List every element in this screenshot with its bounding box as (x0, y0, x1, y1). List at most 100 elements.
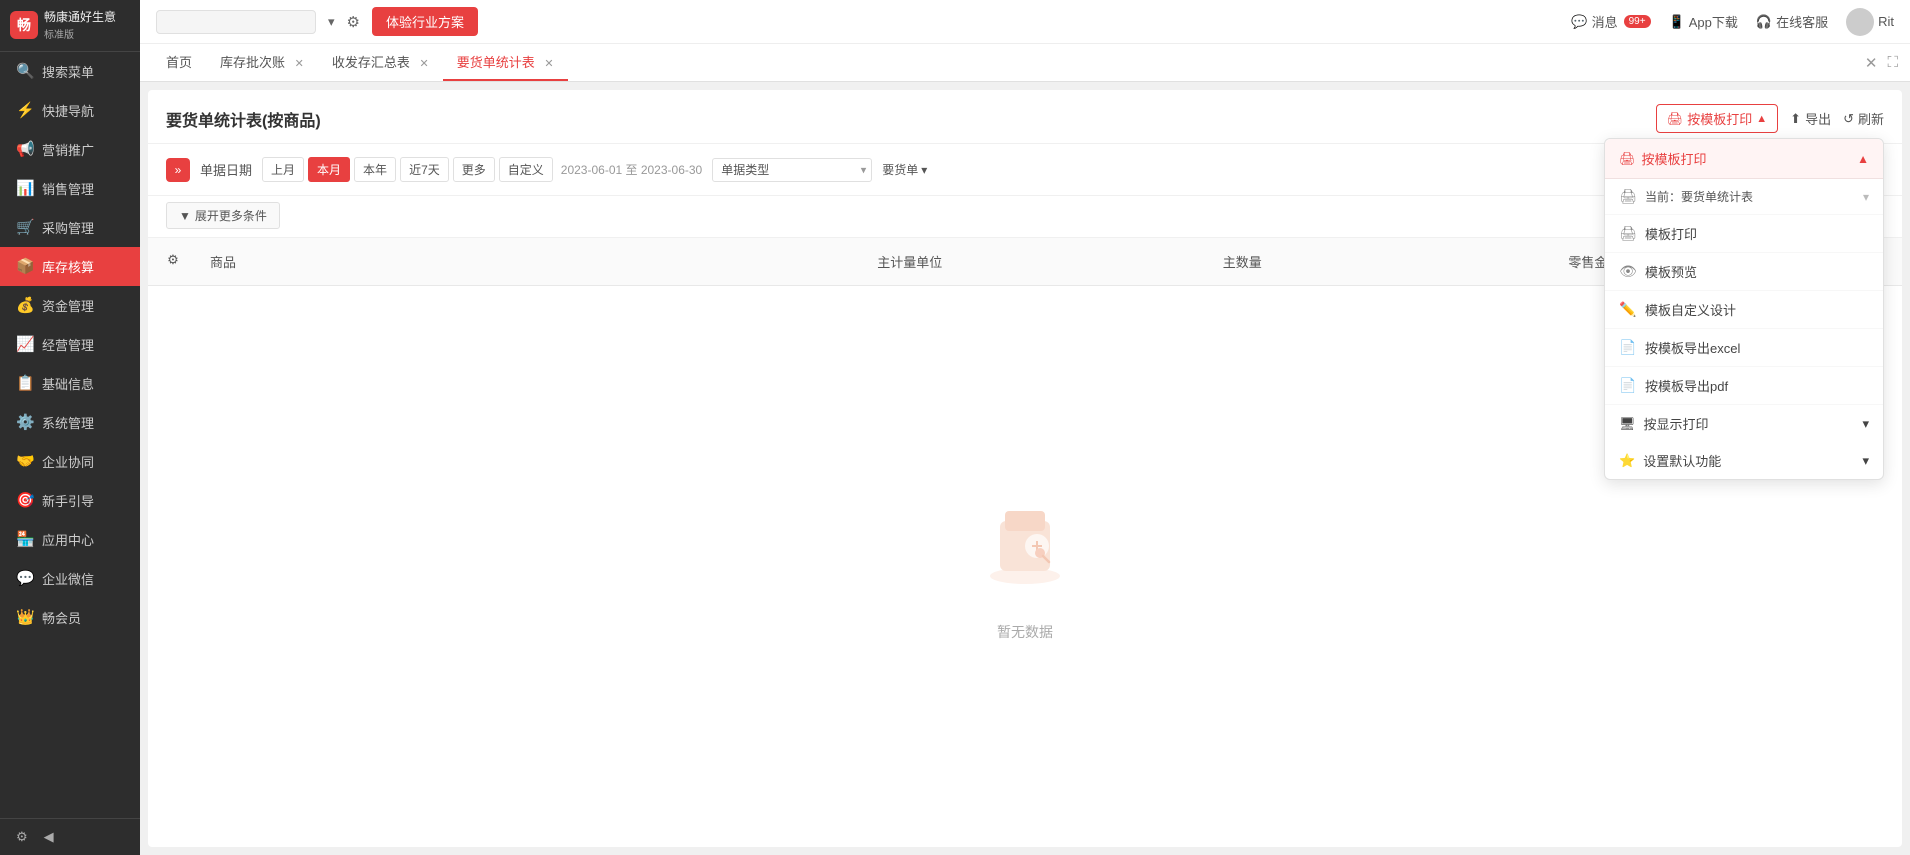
operation-icon: 📈 (16, 335, 34, 353)
dropdown-title: 按模板打印 (1642, 149, 1707, 168)
more-filter-icon: ▾ (921, 163, 927, 177)
expand-conditions-button[interactable]: ▼ 展开更多条件 (166, 202, 280, 229)
more-filter-btn[interactable]: 要货单 ▾ (882, 161, 927, 178)
dropdown-set-default[interactable]: ⭐ 设置默认功能 ▾ (1605, 442, 1883, 479)
type-filter-select[interactable]: 单据类型 (712, 158, 872, 182)
collab-icon: 🤝 (16, 452, 34, 470)
sidebar-item-member[interactable]: 👑 畅会员 (0, 598, 140, 637)
sidebar-item-quick-nav[interactable]: ⚡ 快捷导航 (0, 91, 140, 130)
sidebar-item-operation[interactable]: 📈 经营管理 (0, 325, 140, 364)
template-design-icon: ✏️ (1619, 301, 1637, 318)
date-filter-label: 单据日期 (200, 160, 252, 179)
sidebar-item-marketing[interactable]: 📢 营销推广 (0, 130, 140, 169)
topbar-message[interactable]: 💬 消息 99+ (1571, 12, 1650, 31)
dropdown-title-area: 🖨 按模板打印 (1619, 149, 1707, 168)
export-button[interactable]: ⬆ 导出 (1790, 109, 1831, 128)
tab-order-stats[interactable]: 要货单统计表 ✕ (443, 44, 568, 81)
system-icon: ⚙️ (16, 413, 34, 431)
sidebar-item-label: 库存核算 (42, 257, 94, 276)
sidebar-item-system[interactable]: ⚙️ 系统管理 (0, 403, 140, 442)
sidebar-item-basic[interactable]: 📋 基础信息 (0, 364, 140, 403)
date-btn-last-month[interactable]: 上月 (262, 157, 304, 182)
tab-close-receipt-summary[interactable]: ✕ (420, 58, 429, 70)
main-area: ▾ ⚙ 体验行业方案 💬 消息 99+ 📱 App下载 🎧 在线客服 Rit (140, 0, 1910, 855)
tab-close-inventory-batch[interactable]: ✕ (295, 58, 304, 70)
current-icon: 🖨 (1619, 188, 1637, 205)
filter-expand-icon[interactable]: » (166, 158, 190, 182)
dropdown-item-label: 按模板导出excel (1645, 338, 1869, 357)
template-print-button[interactable]: 🖨 按模板打印 ▲ (1656, 104, 1778, 133)
sidebar-nav: 🔍 搜索菜单 ⚡ 快捷导航 📢 营销推广 📊 销售管理 🛒 采购管理 📦 库存核… (0, 52, 140, 818)
sidebar-item-inventory[interactable]: 📦 库存核算 (0, 247, 140, 286)
template-print-dropdown: 🖨 按模板打印 ▲ 🖨 当前：要货单统计表 ▾ 🖨 模板打印 👁 模板预览 (1604, 138, 1884, 480)
more-filter-label: 要货单 (882, 161, 918, 178)
date-btn-this-year[interactable]: 本年 (354, 157, 396, 182)
trial-button[interactable]: 体验行业方案 (372, 7, 478, 36)
sidebar-item-search[interactable]: 🔍 搜索菜单 (0, 52, 140, 91)
avatar (1846, 8, 1874, 36)
sidebar-bottom: ⚙ ◀ (0, 818, 140, 855)
sidebar-item-label: 系统管理 (42, 413, 94, 432)
guide-icon: 🎯 (16, 491, 34, 509)
app-badge: 标准版 (44, 26, 116, 41)
topbar-app-download[interactable]: 📱 App下载 (1669, 12, 1738, 31)
date-btn-this-month[interactable]: 本月 (308, 157, 350, 182)
dropdown-item-template-design[interactable]: ✏️ 模板自定义设计 (1605, 291, 1883, 329)
dropdown-item-export-pdf[interactable]: 📄 按模板导出pdf (1605, 367, 1883, 405)
dropdown-item-template-preview[interactable]: 👁 模板预览 (1605, 253, 1883, 291)
basic-icon: 📋 (16, 374, 34, 392)
set-default-label: 设置默认功能 (1643, 451, 1721, 470)
export-icon: ⬆ (1790, 111, 1801, 127)
tab-inventory-batch[interactable]: 库存批次账 ✕ (206, 44, 318, 81)
col-product: 商品 (198, 246, 865, 277)
sidebar-item-wechat[interactable]: 💬 企业微信 (0, 559, 140, 598)
chevron-up-icon: ▲ (1756, 113, 1767, 125)
tab-receipt-summary[interactable]: 收发存汇总表 ✕ (318, 44, 443, 81)
sidebar-item-purchase[interactable]: 🛒 采购管理 (0, 208, 140, 247)
sidebar-toggle-icon[interactable]: ◀ (44, 829, 54, 845)
message-label: 消息 (1592, 12, 1618, 31)
dropdown-display-print[interactable]: 🖥 按显示打印 ▾ (1605, 405, 1883, 442)
set-default-icon: ⭐ (1619, 453, 1635, 469)
tab-close-order-stats[interactable]: ✕ (544, 58, 553, 70)
topbar-gear-icon[interactable]: ⚙ (347, 13, 360, 31)
topbar-search-input[interactable] (156, 10, 316, 34)
template-print-icon: 🖨 (1619, 225, 1637, 242)
sidebar-item-sales[interactable]: 📊 销售管理 (0, 169, 140, 208)
topbar-user[interactable]: Rit (1846, 8, 1894, 36)
topbar-right: 💬 消息 99+ 📱 App下载 🎧 在线客服 Rit (1571, 8, 1894, 36)
template-preview-icon: 👁 (1619, 263, 1637, 280)
close-window-icon[interactable]: ✕ (1865, 54, 1878, 72)
dropdown-print-icon: 🖨 (1619, 151, 1636, 167)
sidebar-item-label: 经营管理 (42, 335, 94, 354)
current-arrow-icon: ▾ (1863, 190, 1869, 204)
dropdown-header[interactable]: 🖨 按模板打印 ▲ (1605, 139, 1883, 179)
sidebar-item-collab[interactable]: 🤝 企业协同 (0, 442, 140, 481)
topbar-online-service[interactable]: 🎧 在线客服 (1756, 12, 1828, 31)
tabbar: 首页 库存批次账 ✕ 收发存汇总表 ✕ 要货单统计表 ✕ ✕ ⛶ (140, 44, 1910, 82)
tab-home[interactable]: 首页 (152, 44, 206, 81)
display-print-arrow: ▾ (1862, 416, 1869, 432)
logo-icon: 畅 (10, 11, 38, 39)
col-gear[interactable]: ⚙ (148, 246, 198, 277)
dropdown-item-export-excel[interactable]: 📄 按模板导出excel (1605, 329, 1883, 367)
sidebar-item-appstore[interactable]: 🏪 应用中心 (0, 520, 140, 559)
sidebar-item-label: 新手引导 (42, 491, 94, 510)
sidebar-item-finance[interactable]: 💰 资金管理 (0, 286, 140, 325)
date-btn-last-7days[interactable]: 近7天 (400, 157, 449, 182)
expand-window-icon[interactable]: ⛶ (1887, 54, 1898, 72)
sidebar-item-guide[interactable]: 🎯 新手引导 (0, 481, 140, 520)
dropdown-current-item[interactable]: 🖨 当前：要货单统计表 ▾ (1605, 179, 1883, 215)
sidebar-item-label: 畅会员 (42, 608, 81, 627)
date-btn-more[interactable]: 更多 (453, 157, 495, 182)
refresh-button[interactable]: ↺ 刷新 (1843, 109, 1884, 128)
dropdown-item-template-print[interactable]: 🖨 模板打印 (1605, 215, 1883, 253)
sidebar-item-label: 采购管理 (42, 218, 94, 237)
topbar-dropdown-icon[interactable]: ▾ (328, 14, 335, 30)
col-unit: 主计量单位 (865, 246, 1211, 277)
sidebar-item-label: 企业协同 (42, 452, 94, 471)
sidebar-item-label: 基础信息 (42, 374, 94, 393)
window-controls: ✕ ⛶ (1865, 54, 1898, 72)
date-btn-custom[interactable]: 自定义 (499, 157, 553, 182)
settings-icon[interactable]: ⚙ (16, 829, 28, 845)
